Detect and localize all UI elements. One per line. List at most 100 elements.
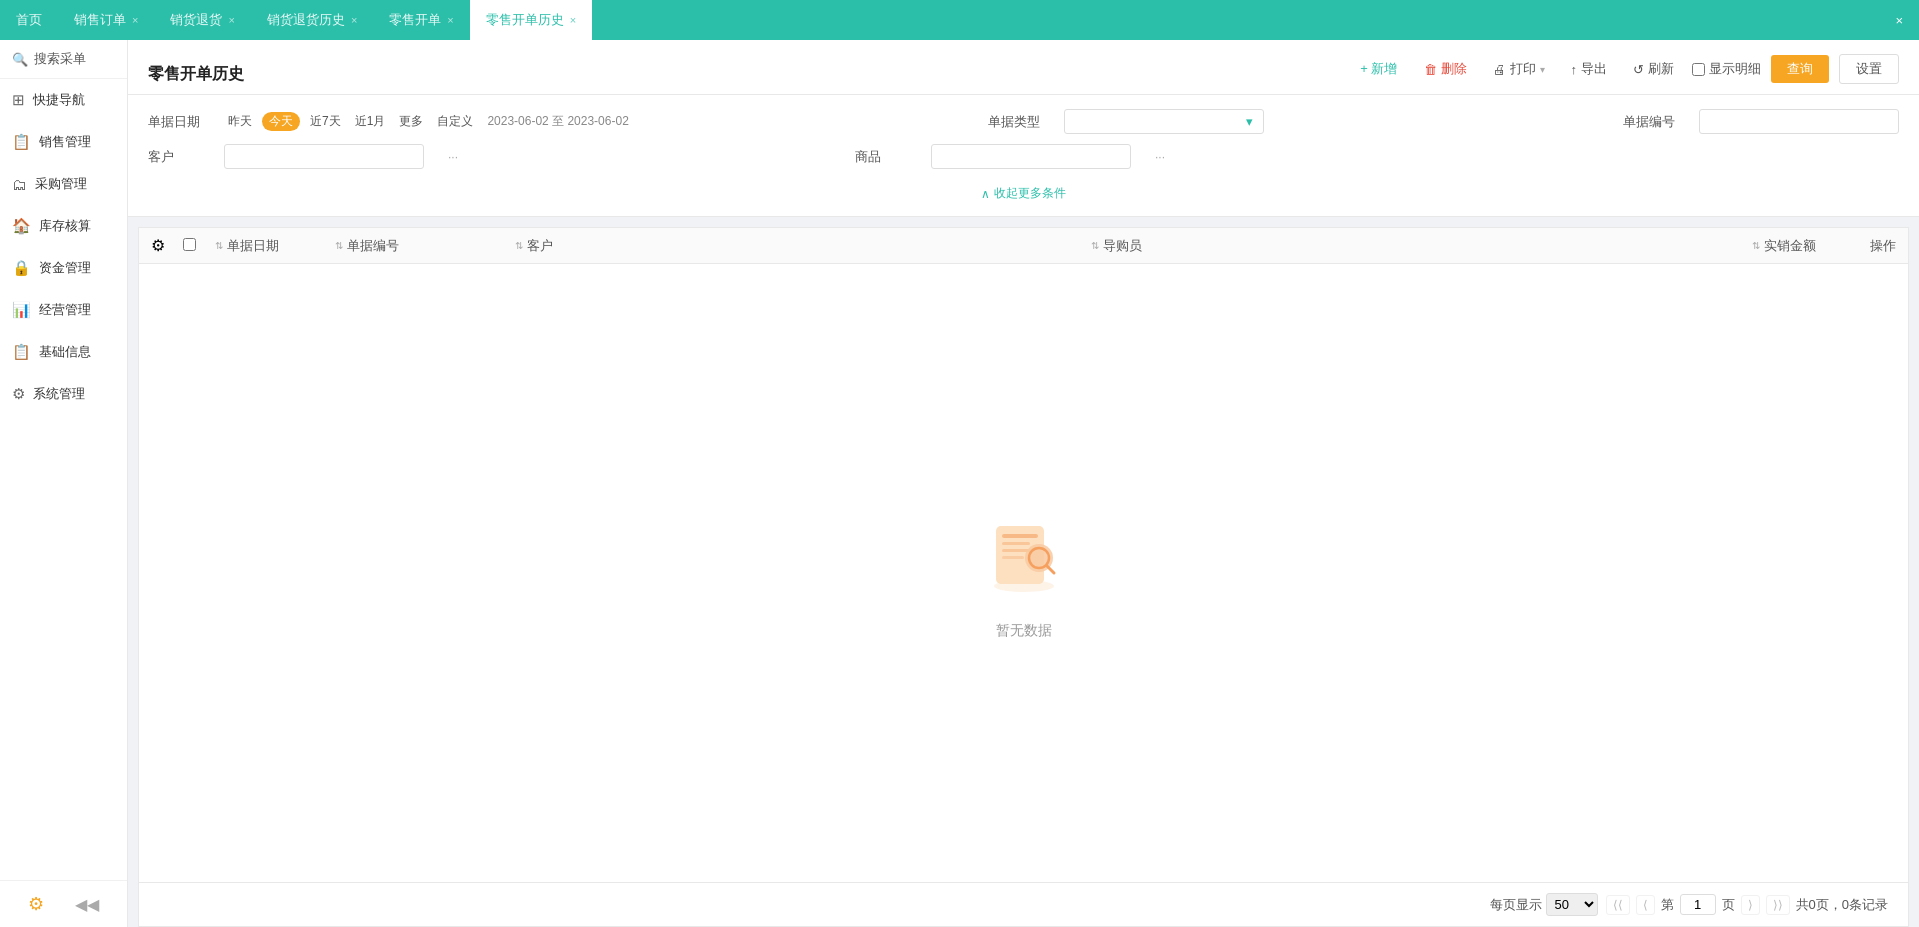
purchase-mgmt-icon: 🗂	[12, 176, 27, 193]
close-retail-open-history[interactable]: ×	[570, 14, 576, 26]
date-options: 昨天 今天 近7天 近1月 更多 自定义 2023-06-02 至 2023-0…	[224, 112, 629, 131]
sort-customer-icon[interactable]: ⇅	[515, 240, 523, 251]
quick-nav-icon: ⊞	[12, 91, 25, 109]
tab-retail-open-history[interactable]: 零售开单历史 ×	[470, 0, 592, 40]
doc-type-select[interactable]: ▾	[1064, 109, 1264, 134]
svg-line-8	[1047, 566, 1054, 573]
sidebar-item-inventory[interactable]: 🏠 库存核算	[0, 205, 127, 247]
close-retail-open[interactable]: ×	[447, 14, 453, 26]
prev-page-btn[interactable]: ⟨	[1636, 895, 1655, 915]
col-num-header: ⇅ 单据编号	[335, 237, 515, 255]
page-nav: ⟨⟨ ⟨ 第 页 ⟩ ⟩⟩ 共0页，0条记录	[1606, 894, 1888, 915]
filter-row-2: 客户 ··· 商品 ···	[148, 144, 1899, 169]
col-guide-header: ⇅ 导购员	[1091, 237, 1241, 255]
sidebar-item-base-info[interactable]: 📋 基础信息	[0, 331, 127, 373]
nav-tabs: 首页 销售订单 × 销货退货 × 销货退货历史 × 零售开单 × 零售开单历史 …	[0, 0, 1879, 40]
table-header: ⚙ ⇅ 单据日期 ⇅ 单据编号 ⇅ 客户 ⇅	[139, 228, 1908, 264]
tab-sales-order[interactable]: 销售订单 ×	[58, 0, 154, 40]
sidebar-item-finance[interactable]: 🔒 资金管理	[0, 247, 127, 289]
date-range-text: 2023-06-02 至 2023-06-02	[487, 113, 628, 130]
sort-amount-icon[interactable]: ⇅	[1752, 240, 1760, 251]
print-button[interactable]: 🖨 打印 ▾	[1485, 56, 1553, 82]
sidebar-item-sys-mgmt[interactable]: ⚙ 系统管理	[0, 373, 127, 415]
sidebar-item-purchase-mgmt[interactable]: 🗂 采购管理	[0, 163, 127, 205]
date-opt-custom[interactable]: 自定义	[433, 112, 477, 131]
doc-num-input[interactable]	[1699, 109, 1899, 134]
search-icon: 🔍	[12, 52, 28, 67]
table-area: ⚙ ⇅ 单据日期 ⇅ 单据编号 ⇅ 客户 ⇅	[138, 227, 1909, 927]
date-opt-yesterday[interactable]: 昨天	[224, 112, 256, 131]
content-area: 零售开单历史 + 新增 🗑 删除 🖨 打印 ▾ ↑ 导出	[128, 40, 1919, 927]
sidebar-item-operation[interactable]: 📊 经营管理	[0, 289, 127, 331]
query-button[interactable]: 查询	[1771, 55, 1829, 83]
date-opt-today[interactable]: 今天	[262, 112, 300, 131]
empty-illustration	[974, 506, 1074, 606]
tab-sales-return-history[interactable]: 销货退货历史 ×	[251, 0, 373, 40]
sidebar: 🔍 搜索采单 ⊞ 快捷导航 📋 销售管理 🗂 采购管理 🏠 库存核算 🔒 资金管…	[0, 40, 128, 927]
refresh-icon: ↺	[1633, 62, 1644, 77]
date-opt-1month[interactable]: 近1月	[351, 112, 390, 131]
tab-sales-return[interactable]: 销货退货 ×	[154, 0, 250, 40]
display-detail-checkbox[interactable]	[1692, 63, 1705, 76]
operation-icon: 📊	[12, 301, 31, 319]
display-detail-checkbox-label[interactable]: 显示明细	[1692, 60, 1761, 78]
doc-type-label: 单据类型	[988, 113, 1044, 131]
print-dropdown-icon: ▾	[1540, 64, 1545, 75]
col-check-header[interactable]	[183, 237, 215, 255]
goods-label: 商品	[855, 148, 911, 166]
last-page-btn[interactable]: ⟩⟩	[1766, 895, 1790, 915]
close-sales-return[interactable]: ×	[228, 14, 234, 26]
top-nav: 首页 销售订单 × 销货退货 × 销货退货历史 × 零售开单 × 零售开单历史 …	[0, 0, 1919, 40]
toolbar: + 新增 🗑 删除 🖨 打印 ▾ ↑ 导出 ↺ 刷新	[1352, 54, 1899, 94]
empty-text: 暂无数据	[996, 622, 1052, 640]
select-all-checkbox[interactable]	[183, 238, 196, 251]
col-amount-header: ⇅ 实销金额	[1241, 237, 1817, 255]
collapse-sidebar-icon[interactable]: ◀◀	[75, 895, 99, 914]
sort-guide-icon[interactable]: ⇅	[1091, 240, 1099, 251]
date-opt-more[interactable]: 更多	[395, 112, 427, 131]
tab-home[interactable]: 首页	[0, 0, 58, 40]
customer-input[interactable]	[224, 144, 424, 169]
date-label: 单据日期	[148, 113, 204, 131]
delete-button[interactable]: 🗑 删除	[1416, 56, 1475, 82]
tab-retail-open[interactable]: 零售开单 ×	[373, 0, 469, 40]
sidebar-search[interactable]: 🔍 搜索采单	[0, 40, 127, 79]
goods-dots: ···	[1155, 150, 1165, 164]
sort-num-icon[interactable]: ⇅	[335, 240, 343, 251]
export-icon: ↑	[1571, 62, 1578, 77]
delete-icon: 🗑	[1424, 62, 1437, 77]
finance-icon: 🔒	[12, 259, 31, 277]
settings-gear-icon[interactable]: ⚙	[28, 893, 44, 915]
date-opt-7days[interactable]: 近7天	[306, 112, 345, 131]
pagination: 每页显示 50 100 200 ⟨⟨ ⟨ 第 页 ⟩ ⟩⟩ 共0页，0条记录	[139, 882, 1908, 926]
svg-rect-2	[1002, 534, 1038, 538]
total-text: 共0页，0条记录	[1796, 896, 1888, 914]
sales-mgmt-icon: 📋	[12, 133, 31, 151]
next-page-btn[interactable]: ⟩	[1741, 895, 1760, 915]
export-button[interactable]: ↑ 导出	[1563, 56, 1616, 82]
add-button[interactable]: + 新增	[1352, 56, 1405, 82]
sidebar-item-sales-mgmt[interactable]: 📋 销售管理	[0, 121, 127, 163]
close-window-btn[interactable]: ×	[1895, 13, 1903, 28]
page-header: 零售开单历史 + 新增 🗑 删除 🖨 打印 ▾ ↑ 导出	[128, 40, 1919, 95]
setting-button[interactable]: 设置	[1839, 54, 1899, 84]
sys-mgmt-icon: ⚙	[12, 385, 25, 403]
close-sales-return-history[interactable]: ×	[351, 14, 357, 26]
sort-date-icon[interactable]: ⇅	[215, 240, 223, 251]
main-layout: 🔍 搜索采单 ⊞ 快捷导航 📋 销售管理 🗂 采购管理 🏠 库存核算 🔒 资金管…	[0, 40, 1919, 927]
per-page-select: 每页显示 50 100 200	[1490, 893, 1598, 916]
page-title: 零售开单历史	[148, 64, 244, 85]
close-sales-order[interactable]: ×	[132, 14, 138, 26]
gear-icon[interactable]: ⚙	[151, 237, 165, 254]
top-nav-right: ×	[1879, 13, 1919, 28]
col-customer-header: ⇅ 客户	[515, 237, 1091, 255]
col-gear-header[interactable]: ⚙	[151, 236, 183, 255]
collapse-bar[interactable]: ∧ 收起更多条件	[148, 179, 1899, 202]
first-page-btn[interactable]: ⟨⟨	[1606, 895, 1630, 915]
goods-input[interactable]	[931, 144, 1131, 169]
page-num-input[interactable]	[1680, 894, 1716, 915]
base-info-icon: 📋	[12, 343, 31, 361]
refresh-button[interactable]: ↺ 刷新	[1625, 56, 1682, 82]
per-page-dropdown[interactable]: 50 100 200	[1546, 893, 1598, 916]
sidebar-item-quick-nav[interactable]: ⊞ 快捷导航	[0, 79, 127, 121]
